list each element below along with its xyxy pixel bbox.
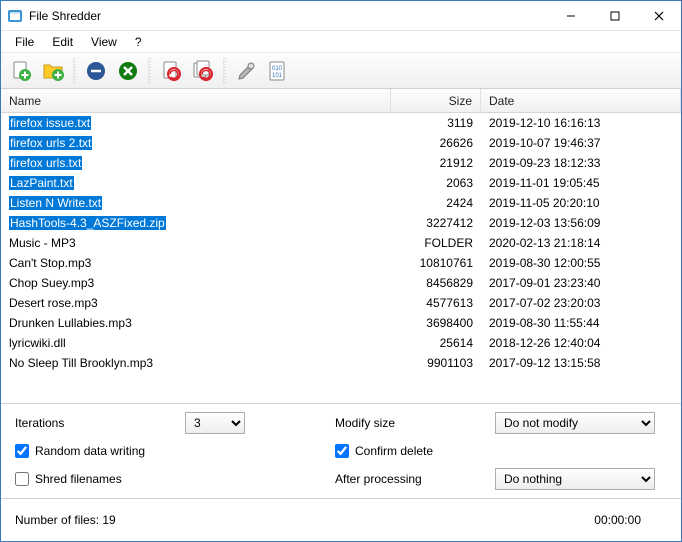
cell-name: lyricwiki.dll [1,333,391,353]
cell-name: Chop Suey.mp3 [1,273,391,293]
shred-filenames-checkbox[interactable] [15,472,29,486]
cell-size: 25614 [391,333,481,353]
cell-name: No Sleep Till Brooklyn.mp3 [1,353,391,373]
toolbar-separator [73,58,76,84]
menu-help[interactable]: ? [127,33,150,51]
table-row[interactable]: No Sleep Till Brooklyn.mp399011032017-09… [1,353,681,373]
cell-name: Music - MP3 [1,233,391,253]
random-data-checkbox[interactable] [15,444,29,458]
table-row[interactable]: firefox urls.txt219122019-09-23 18:12:33 [1,153,681,173]
binary-view-button[interactable]: 010101 [264,57,292,85]
file-list[interactable]: firefox issue.txt31192019-12-10 16:16:13… [1,113,681,404]
cell-name: Can't Stop.mp3 [1,253,391,273]
remove-button[interactable] [82,57,110,85]
cell-date: 2019-12-03 13:56:09 [481,213,681,233]
table-row[interactable]: Listen N Write.txt24242019-11-05 20:20:1… [1,193,681,213]
table-row[interactable]: HashTools-4.3_ASZFixed.zip32274122019-12… [1,213,681,233]
status-timer: 00:00:00 [594,513,641,527]
after-processing-label: After processing [335,472,495,486]
cell-date: 2017-09-01 23:23:40 [481,273,681,293]
cell-name: firefox urls.txt [1,153,391,173]
cell-size: 4577613 [391,293,481,313]
title-bar: File Shredder [1,1,681,31]
shred-files-button[interactable] [157,57,185,85]
table-row[interactable]: Desert rose.mp345776132017-07-02 23:20:0… [1,293,681,313]
svg-text:101: 101 [272,73,283,79]
column-header-date[interactable]: Date [481,89,681,112]
app-icon [7,8,23,24]
cell-date: 2019-10-07 19:46:37 [481,133,681,153]
cell-date: 2018-12-26 12:40:04 [481,333,681,353]
table-row[interactable]: Can't Stop.mp3108107612019-08-30 12:00:5… [1,253,681,273]
add-file-button[interactable] [7,57,35,85]
shred-folders-button[interactable] [189,57,217,85]
menu-bar: File Edit View ? [1,31,681,53]
toolbar-separator [223,58,226,84]
iterations-select[interactable]: 3 [185,412,245,434]
window-title: File Shredder [29,9,549,23]
list-header: Name Size Date [1,89,681,113]
table-row[interactable]: Drunken Lullabies.mp336984002019-08-30 1… [1,313,681,333]
cell-date: 2019-11-01 19:05:45 [481,173,681,193]
cell-size: 26626 [391,133,481,153]
random-data-label: Random data writing [35,444,145,458]
table-row[interactable]: firefox issue.txt31192019-12-10 16:16:13 [1,113,681,133]
toolbar-separator [148,58,151,84]
cell-name: firefox urls 2.txt [1,133,391,153]
add-folder-button[interactable] [39,57,67,85]
status-file-count: Number of files: 19 [15,513,116,527]
column-header-name[interactable]: Name [1,89,391,112]
cell-date: 2017-09-12 13:15:58 [481,353,681,373]
cell-size: 2063 [391,173,481,193]
menu-edit[interactable]: Edit [44,33,81,51]
menu-file[interactable]: File [7,33,42,51]
cell-name: Desert rose.mp3 [1,293,391,313]
cell-size: 9901103 [391,353,481,373]
status-bar: Number of files: 19 00:00:00 [1,499,681,541]
iterations-label: Iterations [15,416,185,430]
table-row[interactable]: LazPaint.txt20632019-11-01 19:05:45 [1,173,681,193]
cell-date: 2019-09-23 18:12:33 [481,153,681,173]
cell-name: Listen N Write.txt [1,193,391,213]
maximize-button[interactable] [593,1,637,31]
table-row[interactable]: lyricwiki.dll256142018-12-26 12:40:04 [1,333,681,353]
modify-size-select[interactable]: Do not modify [495,412,655,434]
cell-date: 2020-02-13 21:18:14 [481,233,681,253]
cell-name: firefox issue.txt [1,113,391,133]
column-header-size[interactable]: Size [391,89,481,112]
cell-size: 21912 [391,153,481,173]
table-row[interactable]: Music - MP3FOLDER2020-02-13 21:18:14 [1,233,681,253]
shred-filenames-label: Shred filenames [35,472,122,486]
table-row[interactable]: firefox urls 2.txt266262019-10-07 19:46:… [1,133,681,153]
cell-date: 2019-12-10 16:16:13 [481,113,681,133]
cell-size: 3119 [391,113,481,133]
cell-size: 3227412 [391,213,481,233]
toolbar: 010101 [1,53,681,89]
settings-button[interactable] [232,57,260,85]
cell-size: 10810761 [391,253,481,273]
modify-size-label: Modify size [335,416,495,430]
after-processing-select[interactable]: Do nothing [495,468,655,490]
cell-date: 2017-07-02 23:20:03 [481,293,681,313]
table-row[interactable]: Chop Suey.mp384568292017-09-01 23:23:40 [1,273,681,293]
confirm-delete-label: Confirm delete [355,444,433,458]
cell-name: LazPaint.txt [1,173,391,193]
options-panel: Iterations 3 Modify size Do not modify R… [1,404,681,499]
cell-size: 2424 [391,193,481,213]
cell-name: Drunken Lullabies.mp3 [1,313,391,333]
cell-date: 2019-11-05 20:20:10 [481,193,681,213]
cell-size: 8456829 [391,273,481,293]
close-button[interactable] [637,1,681,31]
svg-text:010: 010 [272,66,283,72]
confirm-delete-checkbox[interactable] [335,444,349,458]
clear-button[interactable] [114,57,142,85]
minimize-button[interactable] [549,1,593,31]
cell-name: HashTools-4.3_ASZFixed.zip [1,213,391,233]
cell-date: 2019-08-30 12:00:55 [481,253,681,273]
menu-view[interactable]: View [83,33,125,51]
cell-size: FOLDER [391,233,481,253]
cell-date: 2019-08-30 11:55:44 [481,313,681,333]
cell-size: 3698400 [391,313,481,333]
